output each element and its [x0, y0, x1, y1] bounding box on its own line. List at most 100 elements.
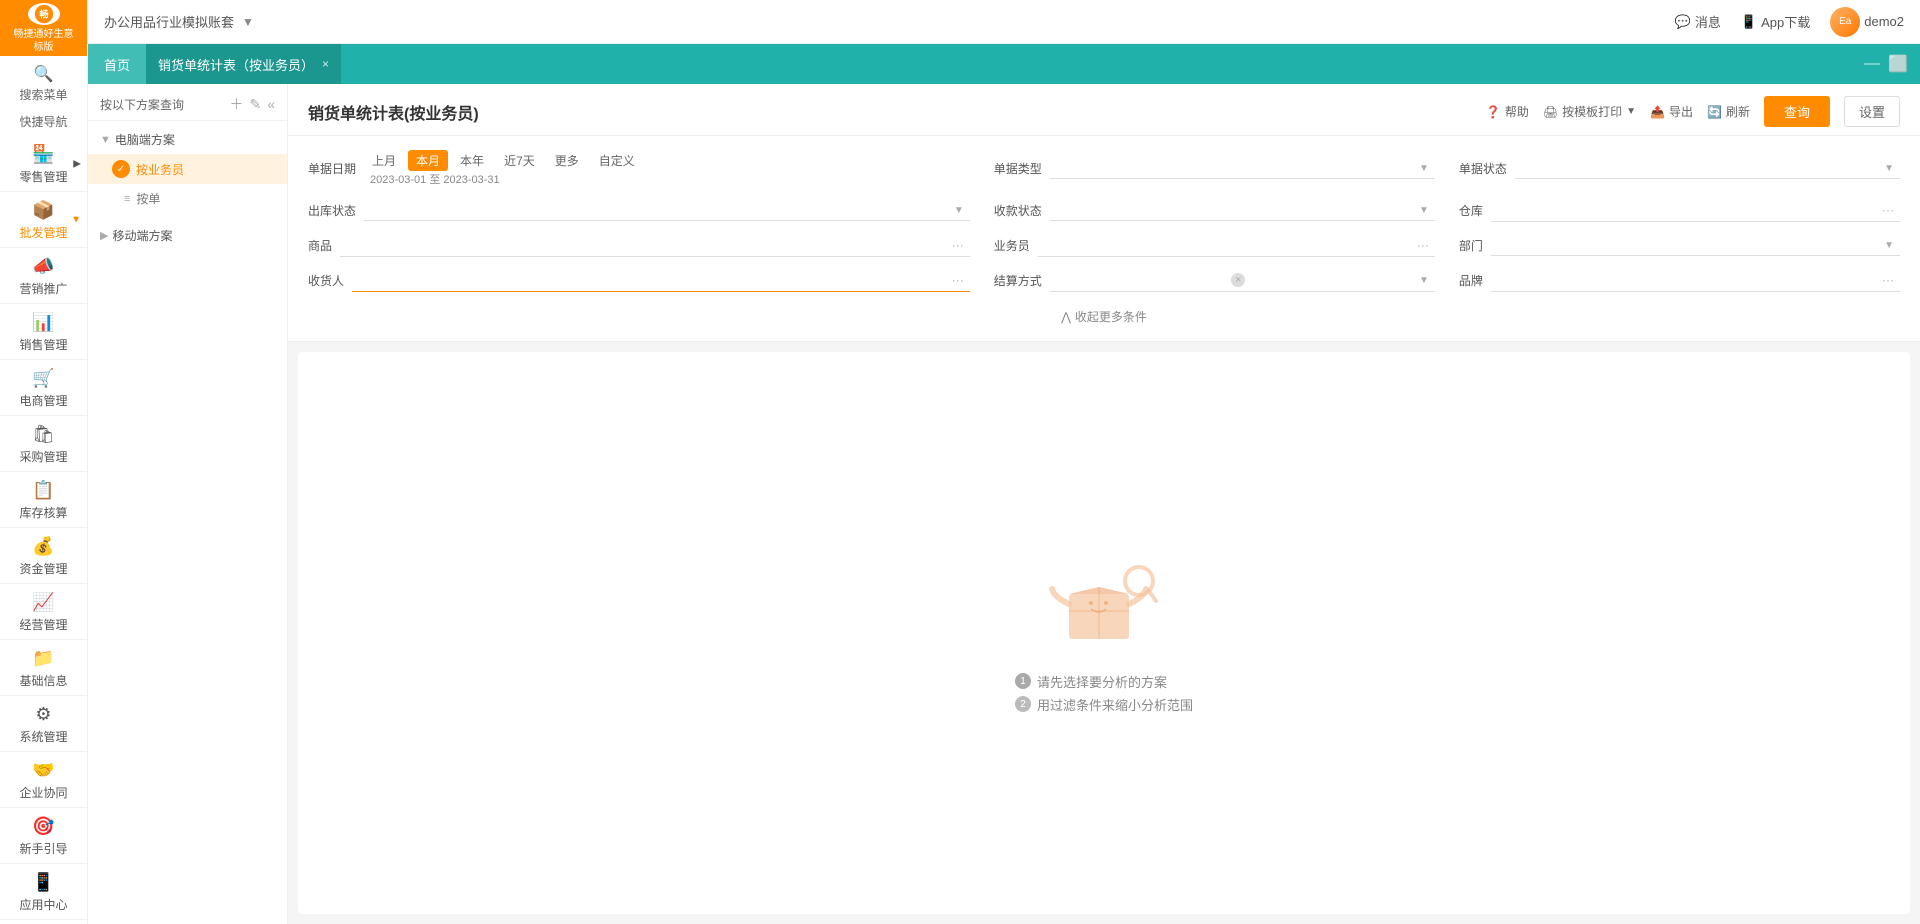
chevron-right-icon: ▶	[73, 158, 81, 169]
refresh-label: 刷新	[1726, 103, 1750, 120]
receiver-input[interactable]: ···	[352, 269, 970, 292]
quick-nav[interactable]: 快捷导航	[0, 107, 87, 136]
date-tab-last7[interactable]: 近7天	[496, 150, 543, 171]
sidebar-item-system[interactable]: ⚙ 系统管理	[0, 696, 87, 752]
marketing-icon: 📣	[32, 256, 54, 277]
tip2-num: 2	[1015, 696, 1031, 712]
sidebar-item-label: 基础信息	[19, 672, 67, 689]
sidebar-item-wholesale[interactable]: 📦 批发管理 ▼	[0, 192, 87, 248]
topbar-dropdown-icon[interactable]: ▼	[242, 15, 254, 29]
refresh-button[interactable]: 🔄 刷新	[1707, 103, 1750, 120]
export-button[interactable]: 📤 导出	[1650, 103, 1693, 120]
tabbar-controls: — ⬜	[1864, 54, 1920, 74]
collapse-panel-button[interactable]: «	[267, 96, 275, 112]
mobile-group-header[interactable]: ▶ 移动端方案	[88, 221, 287, 250]
sidebar-item-label: 企业协同	[19, 784, 67, 801]
sidebar-item-sales[interactable]: 📊 销售管理	[0, 304, 87, 360]
receiver-ellipsis-icon[interactable]: ···	[952, 273, 964, 287]
goods-ellipsis-icon[interactable]: ···	[952, 238, 964, 252]
warehouse-ellipsis-icon[interactable]: ···	[1882, 203, 1894, 217]
sidebar-item-enterprise[interactable]: 🤝 企业协同	[0, 752, 87, 808]
sidebar-item-finance[interactable]: 💰 资金管理	[0, 528, 87, 584]
sidebar-item-base[interactable]: 📁 基础信息	[0, 640, 87, 696]
inventory-icon: 📋	[32, 480, 54, 501]
filter-salesman: 业务员 ···	[994, 234, 1435, 257]
settings-button[interactable]: 设置	[1844, 96, 1900, 127]
settle-clear-icon[interactable]: ×	[1231, 273, 1245, 287]
tabbar: 首页 销货单统计表（按业务员） × — ⬜	[88, 44, 1920, 84]
chevron-right-icon: ▶	[100, 229, 108, 242]
query-button[interactable]: 查询	[1764, 96, 1830, 127]
sidebar-item-retail[interactable]: 🏪 零售管理 ▶	[0, 136, 87, 192]
sidebar-item-inventory[interactable]: 📋 库存核算	[0, 472, 87, 528]
out-status-dropdown[interactable]: ▼	[364, 201, 970, 221]
edit-scheme-button[interactable]: ✎	[249, 96, 261, 113]
minimize-button[interactable]: —	[1864, 55, 1880, 73]
date-tab-this-month[interactable]: 本月	[408, 150, 448, 171]
export-icon: 📤	[1650, 105, 1665, 119]
collapse-button[interactable]: ⋀ 收起更多条件	[1061, 308, 1147, 325]
right-panel: 销货单统计表(按业务员) ❓ 帮助 🖨 按模板打印 ▼ 📤 导出	[288, 84, 1920, 924]
brand-ellipsis-icon[interactable]: ···	[1882, 273, 1894, 287]
dept-dropdown[interactable]: ▼	[1491, 236, 1900, 256]
newbie-icon: 🎯	[32, 816, 54, 837]
maximize-button[interactable]: ⬜	[1888, 54, 1908, 74]
brand-input[interactable]: ···	[1491, 269, 1900, 292]
status-label: 单据状态	[1459, 160, 1507, 177]
filter-row-1: 单据日期 上月 本月 本年 近7天 更多 自定义 2023-03-01 至 20…	[308, 150, 1900, 187]
sidebar-search[interactable]: 🔍 搜索菜单	[0, 56, 87, 107]
scheme-sub-order-label: 按单	[136, 190, 160, 207]
sidebar-item-ecommerce[interactable]: 🛒 电商管理	[0, 360, 87, 416]
message-button[interactable]: 💬 消息	[1675, 12, 1721, 31]
sidebar: 畅 畅捷通好生意 标版 🔍 搜索菜单 快捷导航 🏪 零售管理 ▶ 📦 批发管理 …	[0, 0, 88, 924]
sidebar-item-operation[interactable]: 📈 经营管理	[0, 584, 87, 640]
tab-close-icon[interactable]: ×	[322, 57, 329, 71]
message-icon: 💬	[1675, 14, 1691, 30]
operation-icon: 📈	[32, 592, 54, 613]
date-tab-custom[interactable]: 自定义	[591, 150, 643, 171]
date-tab-last-month[interactable]: 上月	[364, 150, 404, 171]
date-tab-more[interactable]: 更多	[547, 150, 587, 171]
sidebar-item-apps[interactable]: 📱 应用中心	[0, 864, 87, 920]
tab-home-label: 首页	[104, 55, 130, 74]
tab-home[interactable]: 首页	[88, 44, 146, 84]
goods-input[interactable]: ···	[340, 234, 970, 257]
warehouse-input[interactable]: ···	[1491, 199, 1900, 222]
brand-label: 品牌	[1459, 272, 1483, 289]
username: demo2	[1864, 14, 1904, 29]
sidebar-item-newbie[interactable]: 🎯 新手引导	[0, 808, 87, 864]
active-indicator: ✓	[112, 160, 130, 178]
add-scheme-button[interactable]: ＋	[229, 94, 243, 114]
template-print-label: 按模板打印	[1562, 103, 1622, 120]
help-button[interactable]: ❓ 帮助	[1486, 103, 1529, 120]
salesman-ellipsis-icon[interactable]: ···	[1417, 238, 1429, 252]
salesman-input[interactable]: ···	[1038, 234, 1435, 257]
desktop-group-header[interactable]: ▼ 电脑端方案	[88, 125, 287, 154]
sidebar-item-marketing[interactable]: 📣 营销推广	[0, 248, 87, 304]
type-arrow-icon: ▼	[1419, 163, 1429, 174]
apps-icon: 📱	[32, 872, 54, 893]
collect-status-dropdown[interactable]: ▼	[1050, 201, 1435, 221]
scheme-item-salesman[interactable]: ✓ 按业务员	[88, 154, 287, 184]
logo-icon: 畅	[28, 3, 60, 25]
sidebar-item-label: 采购管理	[19, 448, 67, 465]
settle-dropdown[interactable]: × ▼	[1050, 269, 1435, 292]
template-print-button[interactable]: 🖨 按模板打印 ▼	[1543, 103, 1636, 120]
user-menu[interactable]: Ea demo2	[1830, 7, 1904, 37]
app-download-button[interactable]: 📱 App下载	[1741, 12, 1810, 31]
scheme-salesman-label: 按业务员	[136, 161, 184, 178]
sidebar-item-purchase[interactable]: 🛍 采购管理	[0, 416, 87, 472]
warehouse-label: 仓库	[1459, 202, 1483, 219]
help-label: 帮助	[1505, 103, 1529, 120]
collect-status-arrow-icon: ▼	[1419, 205, 1429, 216]
enterprise-icon: 🤝	[32, 760, 54, 781]
logo-text: 畅捷通好生意 标版	[14, 28, 74, 54]
date-tab-this-year[interactable]: 本年	[452, 150, 492, 171]
topbar: 办公用品行业模拟账套 ▼ 💬 消息 📱 App下载 Ea demo2	[88, 0, 1920, 44]
tab-sales-stat[interactable]: 销货单统计表（按业务员） ×	[146, 44, 341, 84]
sidebar-item-label: 应用中心	[19, 896, 67, 913]
status-dropdown[interactable]: ▼	[1515, 159, 1900, 179]
type-dropdown[interactable]: ▼	[1050, 159, 1435, 179]
scheme-sub-item-order[interactable]: ≡ 按单	[88, 184, 287, 213]
sidebar-item-wechat[interactable]: 💬 企业微信	[0, 920, 87, 924]
